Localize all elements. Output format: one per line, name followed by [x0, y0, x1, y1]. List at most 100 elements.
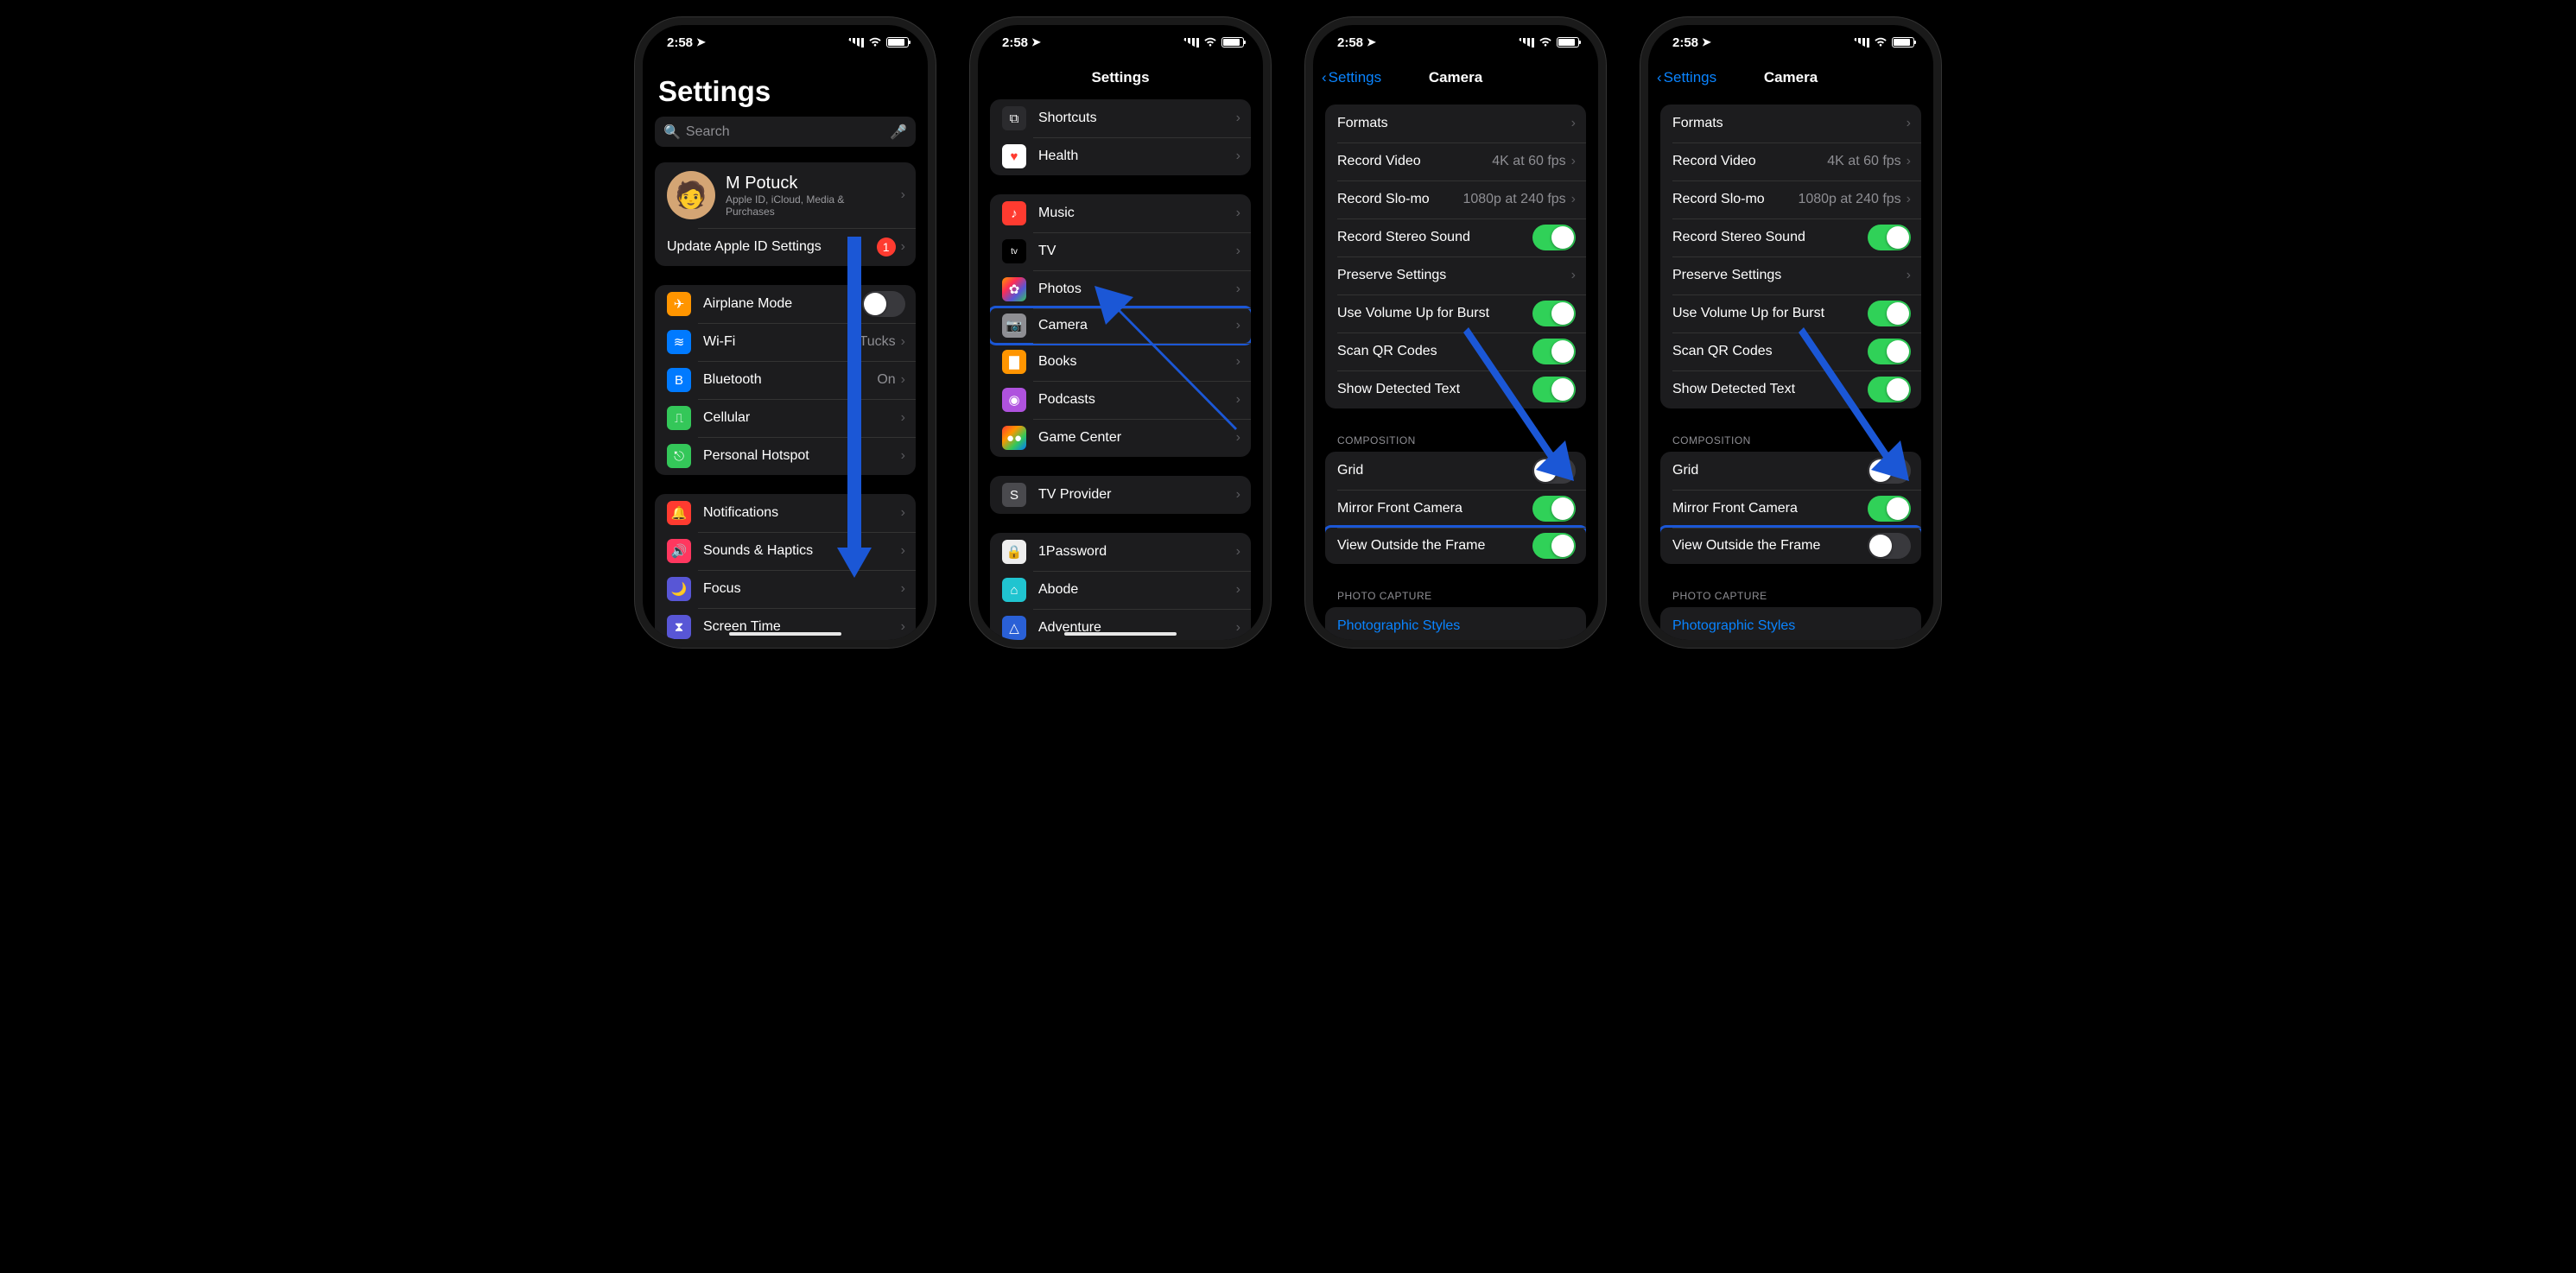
row-1password[interactable]: 🔒1Password›: [990, 533, 1251, 571]
row-label: Preserve Settings: [1337, 268, 1566, 283]
row-grid[interactable]: Grid: [1660, 452, 1921, 490]
row-cellular[interactable]: ⎍Cellular›: [655, 399, 916, 437]
row-bluetooth[interactable]: BBluetoothOn›: [655, 361, 916, 399]
chevron-icon: ›: [1571, 268, 1576, 283]
row-label: Grid: [1337, 463, 1532, 478]
profile-row[interactable]: 🧑 M Potuck Apple ID, iCloud, Media & Pur…: [655, 162, 916, 228]
row-sounds-haptics[interactable]: 🔊Sounds & Haptics›: [655, 532, 916, 570]
toggle[interactable]: [1532, 225, 1576, 250]
toggle[interactable]: [1868, 533, 1911, 559]
toggle[interactable]: [862, 291, 905, 317]
notch: [720, 25, 850, 49]
row-wi-fi[interactable]: ≋Wi-FiTucks›: [655, 323, 916, 361]
toggle[interactable]: [1868, 225, 1911, 250]
row-photos[interactable]: ✿Photos›: [990, 270, 1251, 308]
row-formats[interactable]: Formats›: [1325, 104, 1586, 142]
toggle[interactable]: [1868, 458, 1911, 484]
row-notifications[interactable]: 🔔Notifications›: [655, 494, 916, 532]
toggle[interactable]: [1868, 339, 1911, 364]
toggle[interactable]: [1868, 301, 1911, 326]
scroll-area[interactable]: Formats›Record Video4K at 60 fps›Record …: [1648, 96, 1933, 640]
toggle[interactable]: [1532, 301, 1576, 326]
chevron-icon: ›: [1907, 268, 1911, 283]
row-podcasts[interactable]: ◉Podcasts›: [990, 381, 1251, 419]
chevron-icon: ›: [1236, 582, 1240, 598]
row-camera[interactable]: 📷Camera›: [990, 306, 1251, 345]
row-record-stereo-sound[interactable]: Record Stereo Sound: [1660, 218, 1921, 256]
row-use-volume-up-for-burst[interactable]: Use Volume Up for Burst: [1325, 294, 1586, 332]
row-airplane-mode-icon: ✈: [667, 292, 691, 316]
row-music[interactable]: ♪Music›: [990, 194, 1251, 232]
row-label: TV: [1038, 244, 1231, 259]
row-mirror-front-camera[interactable]: Mirror Front Camera: [1660, 490, 1921, 528]
row-books[interactable]: ▇Books›: [990, 343, 1251, 381]
row-books-icon: ▇: [1002, 350, 1026, 374]
row-show-detected-text[interactable]: Show Detected Text: [1325, 370, 1586, 408]
row-scan-qr-codes[interactable]: Scan QR Codes: [1325, 332, 1586, 370]
row-scan-qr-codes[interactable]: Scan QR Codes: [1660, 332, 1921, 370]
toggle[interactable]: [1532, 339, 1576, 364]
wifi-icon: [868, 37, 882, 48]
update-apple-id-row[interactable]: Update Apple ID Settings 1 ›: [655, 228, 916, 266]
chevron-icon: ›: [1236, 206, 1240, 221]
row-shortcuts[interactable]: ⧉Shortcuts›: [990, 99, 1251, 137]
row-record-video[interactable]: Record Video4K at 60 fps›: [1325, 142, 1586, 180]
toggle[interactable]: [1868, 377, 1911, 402]
toggle[interactable]: [1532, 377, 1576, 402]
row-formats[interactable]: Formats›: [1660, 104, 1921, 142]
chevron-icon: ›: [901, 187, 905, 203]
row-preserve-settings[interactable]: Preserve Settings ›: [1325, 256, 1586, 294]
chevron-icon: ›: [1236, 111, 1240, 126]
home-indicator[interactable]: [1064, 632, 1177, 636]
row-value: Tucks: [860, 334, 896, 350]
row-view-outside-the-frame[interactable]: View Outside the Frame: [1660, 525, 1921, 564]
row-label: Wi-Fi: [703, 334, 860, 350]
chevron-icon: ›: [1571, 154, 1576, 169]
chevron-icon: ›: [1571, 116, 1576, 131]
row-view-outside-the-frame[interactable]: View Outside the Frame: [1325, 525, 1586, 564]
row-label: 1Password: [1038, 544, 1231, 560]
chevron-icon: ›: [901, 410, 905, 426]
row-label: Use Volume Up for Burst: [1672, 306, 1868, 321]
toggle[interactable]: [1868, 496, 1911, 522]
photographic-styles-row[interactable]: Photographic Styles: [1660, 607, 1921, 640]
row-show-detected-text[interactable]: Show Detected Text: [1660, 370, 1921, 408]
toggle[interactable]: [1532, 533, 1576, 559]
row-label: Personal Hotspot: [703, 448, 896, 464]
row-health[interactable]: ♥Health›: [990, 137, 1251, 175]
row-record-video[interactable]: Record Video4K at 60 fps›: [1660, 142, 1921, 180]
back-button[interactable]: ‹Settings: [1657, 69, 1716, 86]
row-use-volume-up-for-burst[interactable]: Use Volume Up for Burst: [1660, 294, 1921, 332]
row-tv-icon: tv: [1002, 239, 1026, 263]
row-focus-icon: 🌙: [667, 577, 691, 601]
row-personal-hotspot[interactable]: ⎋Personal Hotspot›: [655, 437, 916, 475]
scroll-area[interactable]: Formats›Record Video4K at 60 fps›Record …: [1313, 96, 1598, 640]
row-preserve-settings[interactable]: Preserve Settings›: [1660, 256, 1921, 294]
chevron-icon: ›: [1236, 544, 1240, 560]
scroll-area[interactable]: Settings 🔍 Search 🎤 🧑 M Potuck Apple ID,…: [643, 60, 928, 640]
row-game-center[interactable]: ●●Game Center›: [990, 419, 1251, 457]
row-focus[interactable]: 🌙Focus›: [655, 570, 916, 608]
search-input[interactable]: 🔍 Search 🎤: [655, 117, 916, 147]
back-button[interactable]: ‹Settings: [1322, 69, 1381, 86]
chevron-icon: ›: [1236, 487, 1240, 503]
nav-title: Camera: [1764, 69, 1818, 86]
row-record-slo-mo[interactable]: Record Slo-mo1080p at 240 fps›: [1660, 180, 1921, 218]
row-tv-provider[interactable]: STV Provider›: [990, 476, 1251, 514]
row-label: Focus: [703, 581, 896, 597]
row-airplane-mode[interactable]: ✈Airplane Mode: [655, 285, 916, 323]
row-abode[interactable]: ⌂Abode›: [990, 571, 1251, 609]
photographic-styles-row[interactable]: Photographic Styles: [1325, 607, 1586, 640]
row-tv[interactable]: tvTV›: [990, 232, 1251, 270]
row-grid[interactable]: Grid: [1325, 452, 1586, 490]
toggle[interactable]: [1532, 496, 1576, 522]
phone-camera-on: 2:58➤ ‹Settings Camera Formats›Record Vi…: [1305, 17, 1606, 648]
row-record-slo-mo[interactable]: Record Slo-mo1080p at 240 fps›: [1325, 180, 1586, 218]
toggle[interactable]: [1532, 458, 1576, 484]
mic-icon[interactable]: 🎤: [890, 124, 907, 141]
scroll-area[interactable]: ⧉Shortcuts›♥Health› ♪Music› tv TV › ✿Photos›…: [978, 96, 1263, 640]
row-photos-icon: ✿: [1002, 277, 1026, 301]
row-mirror-front-camera[interactable]: Mirror Front Camera: [1325, 490, 1586, 528]
row-record-stereo-sound[interactable]: Record Stereo Sound: [1325, 218, 1586, 256]
home-indicator[interactable]: [729, 632, 841, 636]
